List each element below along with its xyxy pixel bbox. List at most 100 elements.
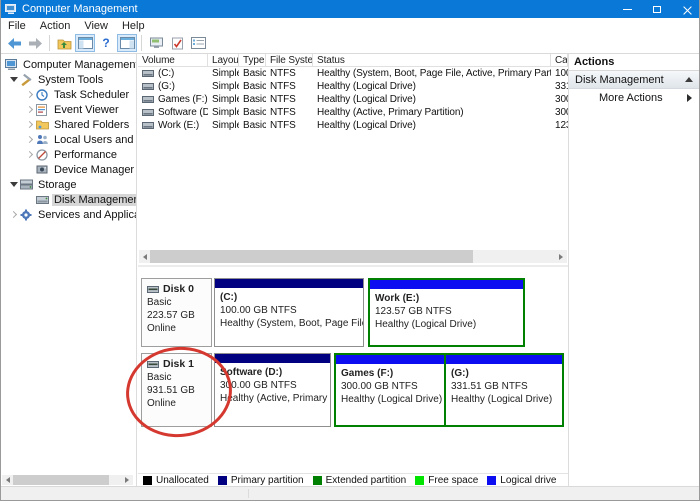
volume-table-header: Volume Layout Type File System Status Ca… [138,54,568,67]
partition-c[interactable]: (C:) 100.00 GB NTFS Healthy (System, Boo… [214,278,364,347]
volume-status: Healthy (Logical Drive) [313,80,551,93]
up-level-button[interactable] [54,34,74,52]
toolbar: ? [1,33,699,54]
volume-status: Healthy (System, Boot, Page File, Active… [313,67,551,80]
volume-capacity: 300 [551,93,568,106]
volume-row-software-d[interactable]: Software (D:) Simple Basic NTFS Healthy … [138,106,568,119]
volume-icon [142,83,154,90]
chevron-collapsed-icon[interactable] [24,107,36,112]
title-bar: Computer Management [0,0,700,18]
volume-row-games-f[interactable]: Games (F:) Simple Basic NTFS Healthy (Lo… [138,93,568,106]
column-header-capacity[interactable]: Capacity [551,54,568,66]
scrollbar-thumb[interactable] [150,250,473,263]
partition-work-e[interactable]: Work (E:) 123.57 GB NTFS Healthy (Logica… [370,280,523,345]
menu-file[interactable]: File [1,18,33,33]
actions-section-disk-management[interactable]: Disk Management [569,71,699,89]
disk-0-label[interactable]: Disk 0 Basic 223.57 GB Online [141,278,212,347]
disk-size: 223.57 GB [147,309,211,322]
properties-button[interactable] [188,34,208,52]
computer-management-window: Computer Management File Action View Hel… [0,0,700,501]
minimize-button[interactable] [612,0,642,18]
volume-layout: Simple [208,93,239,106]
primary-partition-stripe [215,279,363,288]
scrollbar-thumb[interactable] [13,475,109,485]
volume-name: (G:) [158,81,175,92]
monitor-icon [149,37,164,49]
chevron-collapsed-icon[interactable] [24,122,36,127]
chevron-expanded-icon[interactable] [8,182,20,187]
legend-free-space: Free space [415,475,478,486]
menu-help[interactable]: Help [115,18,152,33]
console-tree-pane: Computer Management (Local System Tools … [1,54,137,487]
console-tree-toggle[interactable] [75,34,95,52]
scroll-left-icon[interactable] [2,475,13,485]
menu-action[interactable]: Action [33,18,78,33]
scroll-left-icon[interactable] [139,250,150,263]
volume-name: Software (D:) [158,107,208,118]
column-header-file-system[interactable]: File System [266,54,313,66]
partition-size: 331.51 GB NTFS [451,380,562,393]
collapse-arrow-icon[interactable] [685,77,693,82]
tree-item-label: Services and Applications [36,209,136,221]
legend-extended-partition: Extended partition [313,475,407,486]
chevron-expanded-icon[interactable] [8,77,20,82]
tree-item-system-tools[interactable]: System Tools [1,72,136,87]
disk-1-row: Disk 1 Basic 931.51 GB Online Software (… [138,353,568,427]
partition-g[interactable]: (G:) 331.51 GB NTFS Healthy (Logical Dri… [446,355,562,425]
volume-row-g[interactable]: (G:) Simple Basic NTFS Healthy (Logical … [138,80,568,93]
partition-software-d[interactable]: Software (D:) 300.00 GB NTFS Healthy (Ac… [214,353,331,427]
tree-item-disk-management[interactable]: Disk Management [1,192,136,207]
maximize-icon [653,6,661,13]
volume-row-work-e[interactable]: Work (E:) Simple Basic NTFS Healthy (Log… [138,119,568,132]
chevron-collapsed-icon[interactable] [24,137,36,142]
tree-item-label: Device Manager [52,164,136,176]
disk-name: Disk 0 [163,283,194,296]
tree-item-device-manager[interactable]: Device Manager [1,162,136,177]
partition-name: (C:) [220,291,363,304]
sidebar-horizontal-scrollbar[interactable] [2,475,133,485]
scroll-right-icon[interactable] [556,250,567,263]
column-header-status[interactable]: Status [313,54,551,66]
tree-item-label: Disk Management [52,194,136,206]
maximize-button[interactable] [642,0,672,18]
console-window-button[interactable] [146,34,166,52]
disk-1-label[interactable]: Disk 1 Basic 931.51 GB Online [141,353,212,427]
tree-item-label: Event Viewer [52,104,121,116]
properties-list-icon [191,37,206,49]
computer-icon [5,4,17,15]
column-header-layout[interactable]: Layout [208,54,239,66]
help-button[interactable]: ? [96,34,116,52]
more-actions-item[interactable]: More Actions [569,89,699,107]
partition-games-f[interactable]: Games (F:) 300.00 GB NTFS Healthy (Logic… [336,355,444,425]
column-header-volume[interactable]: Volume [138,54,208,66]
volume-file-system: NTFS [266,80,313,93]
tree-item-performance[interactable]: Performance [1,147,136,162]
tree-item-computer-management[interactable]: Computer Management (Local [1,57,136,72]
volume-type: Basic [239,67,266,80]
tree-item-label: Shared Folders [52,119,131,131]
volume-list-horizontal-scrollbar[interactable] [139,250,567,263]
chevron-collapsed-icon[interactable] [24,92,36,97]
help-icon: ? [102,37,109,49]
close-button[interactable] [672,0,700,18]
tree-item-shared-folders[interactable]: Shared Folders [1,117,136,132]
scroll-right-icon[interactable] [122,475,133,485]
chevron-collapsed-icon[interactable] [24,152,36,157]
tree-item-event-viewer[interactable]: Event Viewer [1,102,136,117]
volume-row-c[interactable]: (C:) Simple Basic NTFS Healthy (System, … [138,67,568,80]
disk-name: Disk 1 [163,358,194,371]
back-button[interactable] [4,34,24,52]
tree-item-task-scheduler[interactable]: Task Scheduler [1,87,136,102]
tree-item-local-users-groups[interactable]: Local Users and Groups [1,132,136,147]
tree-item-storage[interactable]: Storage [1,177,136,192]
forward-button[interactable] [25,34,45,52]
partition-name: Games (F:) [341,367,444,380]
logical-drive-stripe [370,280,523,289]
window-title: Computer Management [22,3,612,15]
action-pane-toggle[interactable] [117,34,137,52]
menu-view[interactable]: View [77,18,115,33]
tree-item-services-applications[interactable]: Services and Applications [1,207,136,222]
chevron-collapsed-icon[interactable] [8,212,20,217]
check-document-button[interactable] [167,34,187,52]
column-header-type[interactable]: Type [239,54,266,66]
